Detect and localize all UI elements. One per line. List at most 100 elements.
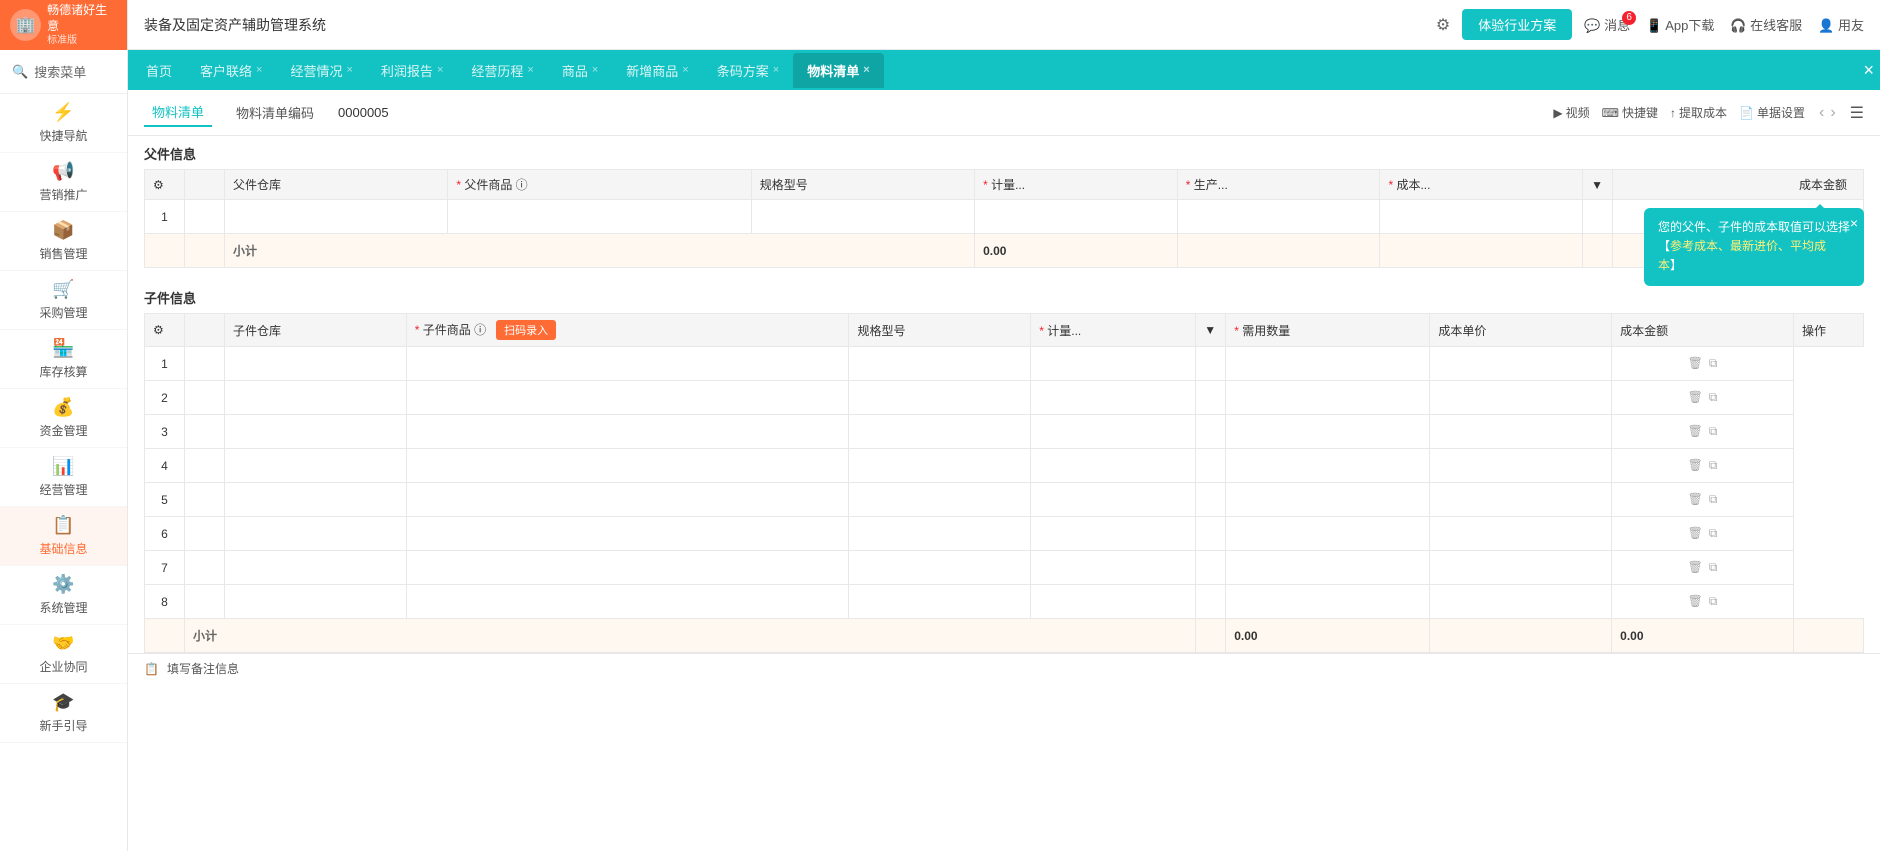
child-row8-warehouse[interactable] <box>185 585 225 619</box>
sidebar-item-quick-nav[interactable]: ⚡快捷导航 <box>0 94 127 153</box>
child-row5-unit-cost[interactable] <box>1226 483 1430 517</box>
tab-close-profit[interactable]: × <box>437 64 443 76</box>
scan-button[interactable]: 扫码录入 <box>496 320 556 340</box>
sidebar-search[interactable]: 🔍 搜索菜单 <box>0 50 127 94</box>
parent-row1-goods[interactable] <box>448 200 751 234</box>
tab-close-operations[interactable]: × <box>346 64 352 76</box>
nav-tab-goods[interactable]: 商品 × <box>548 53 612 88</box>
child-row8-goods[interactable] <box>225 585 407 619</box>
child-col-extra[interactable]: ▼ <box>1196 314 1226 347</box>
nav-tab-barcode[interactable]: 条码方案 × <box>703 53 793 88</box>
child-row4-goods[interactable] <box>225 449 407 483</box>
child-row3-goods[interactable] <box>225 415 407 449</box>
child-row3-unit-cost[interactable] <box>1226 415 1430 449</box>
delete-icon-1[interactable]: 🗑 <box>1688 356 1703 371</box>
settings-icon[interactable]: ⚙ <box>1436 15 1450 35</box>
child-row4-quantity[interactable] <box>1196 449 1226 483</box>
menu-icon[interactable]: ☰ <box>1850 103 1864 123</box>
copy-icon-2[interactable]: ⧉ <box>1709 390 1718 405</box>
tab-close-new-goods[interactable]: × <box>682 64 688 76</box>
child-row6-warehouse[interactable] <box>185 517 225 551</box>
user-menu[interactable]: 👤 用友 <box>1818 15 1864 34</box>
tab-close-bom[interactable]: × <box>863 64 869 76</box>
child-row1-spec[interactable] <box>406 347 849 381</box>
extract-cost[interactable]: ↑ 提取成本 <box>1670 104 1727 121</box>
child-row5-quantity[interactable] <box>1196 483 1226 517</box>
tab-bom-list[interactable]: 物料清单 <box>144 98 212 127</box>
delete-icon-2[interactable]: 🗑 <box>1688 390 1703 405</box>
child-row1-unit-cost[interactable] <box>1226 347 1430 381</box>
sidebar-item-system[interactable]: ⚙️系统管理 <box>0 566 127 625</box>
child-row7-unit[interactable] <box>849 551 1031 585</box>
child-row6-unit[interactable] <box>849 517 1031 551</box>
child-row2-unit-cost[interactable] <box>1226 381 1430 415</box>
sidebar-item-sales[interactable]: 📦销售管理 <box>0 212 127 271</box>
shortcut-key[interactable]: ⌨ 快捷键 <box>1602 104 1658 121</box>
copy-icon-3[interactable]: ⧉ <box>1709 424 1718 439</box>
prev-arrow[interactable]: ‹ <box>1817 104 1826 122</box>
copy-icon-1[interactable]: ⧉ <box>1709 356 1718 371</box>
nav-tab-home[interactable]: 首页 <box>132 53 186 88</box>
bottom-bar[interactable]: 📋 填写备注信息 <box>128 653 1880 683</box>
child-row8-quantity[interactable] <box>1196 585 1226 619</box>
sidebar-item-operations[interactable]: 📊经营管理 <box>0 448 127 507</box>
parent-row1-unit[interactable] <box>975 200 1178 234</box>
child-row6-quantity[interactable] <box>1196 517 1226 551</box>
parent-row1-produce[interactable] <box>1177 200 1380 234</box>
child-row4-spec[interactable] <box>406 449 849 483</box>
copy-icon-6[interactable]: ⧉ <box>1709 526 1718 541</box>
child-row5-warehouse[interactable] <box>185 483 225 517</box>
app-download[interactable]: 📱 App下载 <box>1646 15 1714 34</box>
single-settings[interactable]: 📄 单据设置 <box>1739 104 1805 121</box>
delete-icon-7[interactable]: 🗑 <box>1688 560 1703 575</box>
child-row4-warehouse[interactable] <box>185 449 225 483</box>
parent-col-settings[interactable]: ⚙ <box>145 170 185 200</box>
child-row1-quantity[interactable] <box>1196 347 1226 381</box>
nav-tab-history[interactable]: 经营历程 × <box>457 53 547 88</box>
nav-tab-operations[interactable]: 经营情况 × <box>276 53 366 88</box>
parent-row1-cost[interactable] <box>1380 200 1583 234</box>
child-row1-unit[interactable] <box>849 347 1031 381</box>
child-row7-quantity[interactable] <box>1196 551 1226 585</box>
parent-col-extra[interactable]: ▼ <box>1583 170 1613 200</box>
child-row2-spec[interactable] <box>406 381 849 415</box>
message-badge[interactable]: 💬 消息 6 <box>1584 15 1630 34</box>
nav-tab-customers[interactable]: 客户联络 × <box>186 53 276 88</box>
sidebar-item-marketing[interactable]: 📢营销推广 <box>0 153 127 212</box>
parent-row1-warehouse[interactable] <box>225 200 448 234</box>
child-row6-goods[interactable] <box>225 517 407 551</box>
copy-icon-8[interactable]: ⧉ <box>1709 594 1718 609</box>
delete-icon-4[interactable]: 🗑 <box>1688 458 1703 473</box>
child-row4-unit-cost[interactable] <box>1226 449 1430 483</box>
child-row2-quantity[interactable] <box>1196 381 1226 415</box>
delete-icon-3[interactable]: 🗑 <box>1688 424 1703 439</box>
child-row7-spec[interactable] <box>406 551 849 585</box>
child-row3-unit[interactable] <box>849 415 1031 449</box>
copy-icon-4[interactable]: ⧉ <box>1709 458 1718 473</box>
child-row7-unit-cost[interactable] <box>1226 551 1430 585</box>
child-row2-goods[interactable] <box>225 381 407 415</box>
online-service[interactable]: 🎧 在线客服 <box>1730 15 1802 34</box>
sidebar-item-guide[interactable]: 🎓新手引导 <box>0 684 127 743</box>
sidebar-item-basic-info[interactable]: 📋基础信息 <box>0 507 127 566</box>
child-row2-unit[interactable] <box>849 381 1031 415</box>
sidebar-item-purchase[interactable]: 🛒采购管理 <box>0 271 127 330</box>
nav-tab-bom[interactable]: 物料清单 × <box>793 53 883 88</box>
next-arrow[interactable]: › <box>1828 104 1837 122</box>
child-row3-spec[interactable] <box>406 415 849 449</box>
tab-close-goods[interactable]: × <box>592 64 598 76</box>
parent-row1-spec[interactable] <box>751 200 974 234</box>
child-row5-unit[interactable] <box>849 483 1031 517</box>
delete-icon-8[interactable]: 🗑 <box>1688 594 1703 609</box>
child-row6-spec[interactable] <box>406 517 849 551</box>
child-row8-unit[interactable] <box>849 585 1031 619</box>
experience-button[interactable]: 体验行业方案 <box>1462 9 1572 40</box>
tab-close-barcode[interactable]: × <box>773 64 779 76</box>
child-row8-spec[interactable] <box>406 585 849 619</box>
child-row6-unit-cost[interactable] <box>1226 517 1430 551</box>
nav-tab-profit[interactable]: 利润报告 × <box>367 53 457 88</box>
child-row3-warehouse[interactable] <box>185 415 225 449</box>
child-row5-spec[interactable] <box>406 483 849 517</box>
child-row8-unit-cost[interactable] <box>1226 585 1430 619</box>
child-row4-unit[interactable] <box>849 449 1031 483</box>
